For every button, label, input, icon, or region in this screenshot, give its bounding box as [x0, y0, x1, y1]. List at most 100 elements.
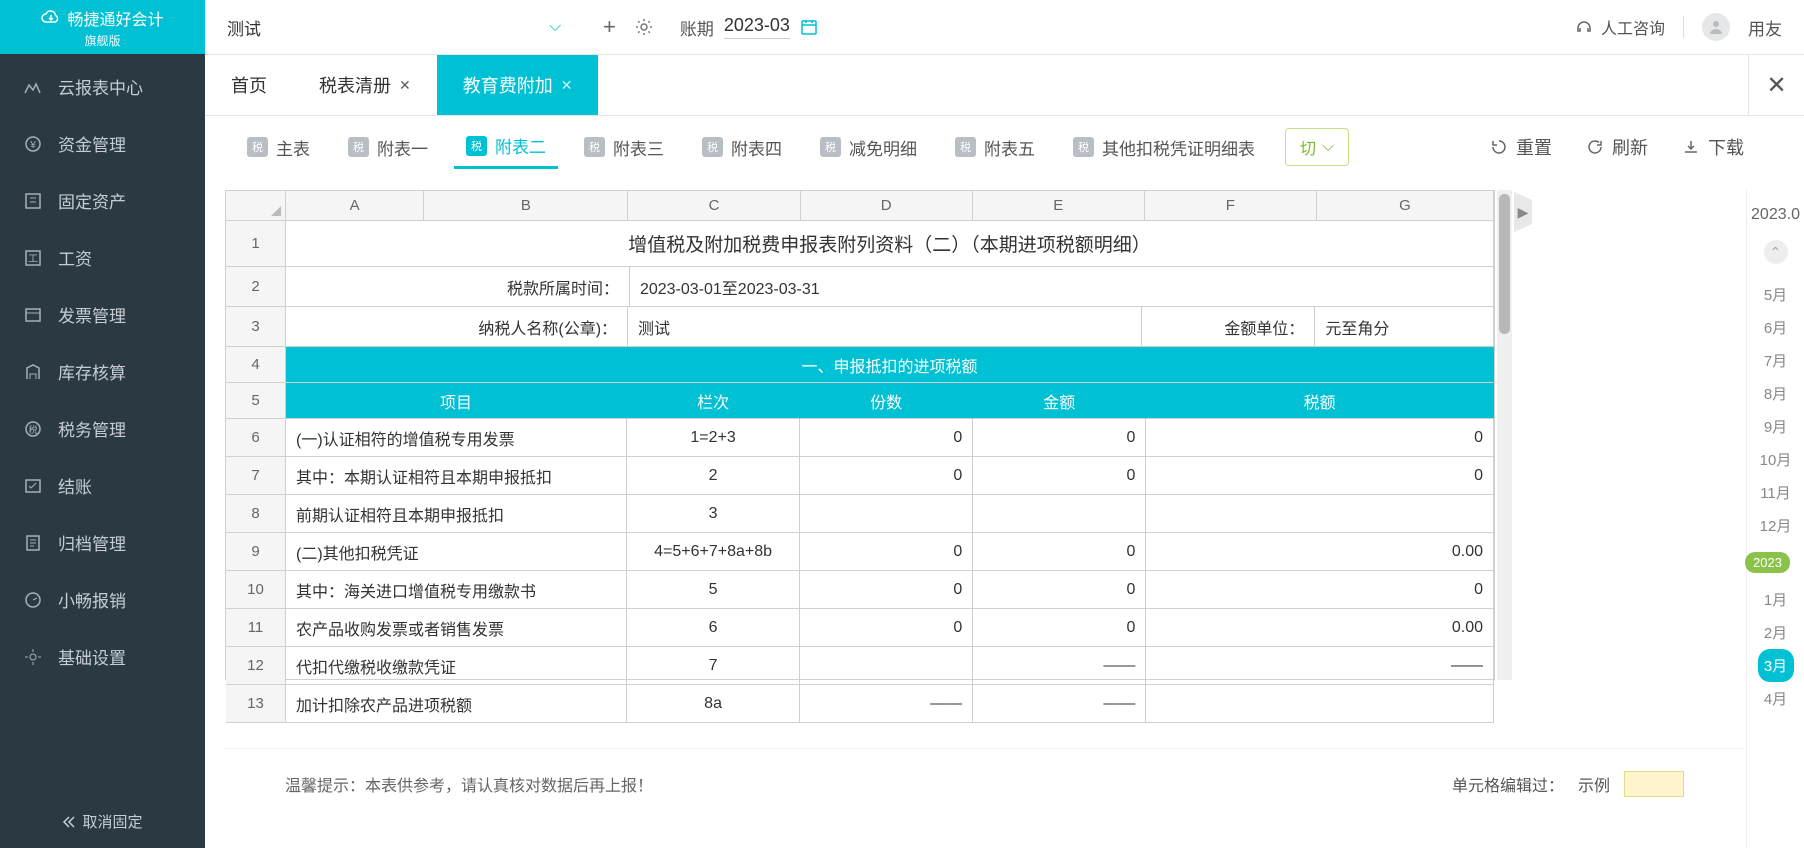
row-header[interactable]: 4 — [226, 347, 286, 383]
sidebar-item-8[interactable]: 归档管理 — [0, 514, 205, 571]
cell[interactable]: 0 — [1146, 571, 1494, 609]
sheet-tab-5[interactable]: 税减免明细 — [808, 125, 929, 169]
calendar-icon[interactable] — [800, 18, 818, 36]
consult-button[interactable]: 人工咨询 — [1575, 15, 1665, 39]
settings-button[interactable] — [634, 17, 654, 37]
refresh-button[interactable]: 刷新 — [1586, 134, 1648, 160]
cell[interactable]: 0 — [800, 533, 973, 571]
sidebar-item-1[interactable]: ¥资金管理 — [0, 115, 205, 172]
tab-2[interactable]: 教育费附加✕ — [437, 55, 599, 115]
select-all-corner[interactable] — [226, 191, 286, 221]
download-button[interactable]: 下载 — [1682, 134, 1744, 160]
sheet-tab-0[interactable]: 税主表 — [235, 125, 322, 169]
cell[interactable]: 4=5+6+7+8a+8b — [627, 533, 800, 571]
col-header[interactable]: G — [1317, 191, 1494, 221]
sidebar-item-6[interactable]: 税税务管理 — [0, 400, 205, 457]
cell[interactable]: 3 — [627, 495, 800, 533]
avatar[interactable] — [1702, 13, 1730, 41]
month-item[interactable]: 8月 — [1760, 377, 1792, 410]
year-pill[interactable]: 2023 — [1745, 552, 1790, 573]
cell[interactable]: —— — [800, 685, 973, 723]
tab-close[interactable]: ✕ — [561, 77, 573, 94]
col-header[interactable]: A — [286, 191, 424, 221]
month-item[interactable]: 11月 — [1760, 476, 1792, 509]
year-top[interactable]: 2023.0 — [1747, 200, 1804, 230]
switch-button[interactable]: 切 ⌵ — [1285, 128, 1349, 166]
sidebar-item-4[interactable]: 发票管理 — [0, 286, 205, 343]
row-header[interactable]: 3 — [226, 307, 286, 347]
sheet-tab-3[interactable]: 税附表三 — [572, 125, 676, 169]
sheet-tab-4[interactable]: 税附表四 — [690, 125, 794, 169]
col-header[interactable]: E — [973, 191, 1145, 221]
cell[interactable]: 5 — [627, 571, 800, 609]
org-selector[interactable]: 测试 ⌵ — [227, 15, 587, 40]
sheet-tab-6[interactable]: 税附表五 — [943, 125, 1047, 169]
month-item[interactable]: 3月 — [1758, 649, 1794, 682]
cell[interactable] — [800, 495, 973, 533]
month-item[interactable]: 2月 — [1758, 616, 1794, 649]
month-item[interactable]: 5月 — [1760, 278, 1792, 311]
sidebar-item-9[interactable]: 小畅报销 — [0, 571, 205, 628]
sheet-tab-1[interactable]: 税附表一 — [336, 125, 440, 169]
month-item[interactable]: 10月 — [1760, 443, 1792, 476]
cell[interactable]: (二)其他扣税凭证 — [286, 533, 627, 571]
sheet-tab-2[interactable]: 税附表二 — [454, 125, 558, 169]
cell[interactable] — [1146, 685, 1494, 723]
row-header[interactable]: 5 — [226, 383, 286, 419]
cell[interactable]: 2 — [627, 457, 800, 495]
cell[interactable]: 其中：本期认证相符且本期申报抵扣 — [286, 457, 627, 495]
cell[interactable]: —— — [973, 685, 1146, 723]
cell[interactable]: 前期认证相符且本期申报抵扣 — [286, 495, 627, 533]
row-header[interactable]: 9 — [226, 533, 286, 571]
month-item[interactable]: 9月 — [1760, 410, 1792, 443]
tab-close[interactable]: ✕ — [399, 77, 411, 94]
tab-0[interactable]: 首页 — [205, 55, 293, 115]
tab-1[interactable]: 税表清册✕ — [293, 55, 437, 115]
username[interactable]: 用友 — [1748, 15, 1782, 40]
sheet-tab-7[interactable]: 税其他扣税凭证明细表 — [1061, 125, 1267, 169]
month-item[interactable]: 4月 — [1758, 682, 1794, 715]
sidebar-item-0[interactable]: 云报表中心 — [0, 58, 205, 115]
row-header[interactable]: 12 — [226, 647, 286, 685]
row-header[interactable]: 2 — [226, 267, 286, 307]
cell[interactable]: 0 — [973, 609, 1146, 647]
cell[interactable]: 0 — [1146, 457, 1494, 495]
cell[interactable]: 0 — [800, 419, 973, 457]
cell[interactable]: 1=2+3 — [627, 419, 800, 457]
cell[interactable]: 0.00 — [1146, 609, 1494, 647]
cell[interactable]: 代扣代缴税收缴款凭证 — [286, 647, 627, 685]
cell[interactable]: 0.00 — [1146, 533, 1494, 571]
row-header[interactable]: 6 — [226, 419, 286, 457]
col-header[interactable]: C — [628, 191, 800, 221]
row-header[interactable]: 7 — [226, 457, 286, 495]
sidebar-item-3[interactable]: 工工资 — [0, 229, 205, 286]
cell[interactable] — [1146, 495, 1494, 533]
cell[interactable]: 0 — [973, 457, 1146, 495]
col-header[interactable]: D — [801, 191, 973, 221]
col-header[interactable]: B — [424, 191, 628, 221]
collapse-button[interactable]: ⌃ — [1764, 240, 1788, 264]
cell[interactable]: 7 — [627, 647, 800, 685]
vertical-scrollbar[interactable] — [1497, 190, 1512, 680]
cell[interactable]: 0 — [973, 571, 1146, 609]
month-item[interactable]: 12月 — [1760, 509, 1792, 542]
cell[interactable]: 加计扣除农产品进项税额 — [286, 685, 627, 723]
col-header[interactable]: F — [1145, 191, 1317, 221]
month-item[interactable]: 7月 — [1760, 344, 1792, 377]
add-button[interactable]: + — [603, 14, 616, 40]
cell[interactable]: 其中：海关进口增值税专用缴款书 — [286, 571, 627, 609]
cell[interactable]: 6 — [627, 609, 800, 647]
cell[interactable]: (一)认证相符的增值税专用发票 — [286, 419, 627, 457]
sidebar-item-10[interactable]: 基础设置 — [0, 628, 205, 685]
cell[interactable]: —— — [973, 647, 1146, 685]
cell[interactable] — [973, 495, 1146, 533]
period-value[interactable]: 2023-03 — [724, 15, 790, 39]
cell[interactable]: 农产品收购发票或者销售发票 — [286, 609, 627, 647]
month-item[interactable]: 6月 — [1760, 311, 1792, 344]
cell[interactable]: 0 — [1146, 419, 1494, 457]
cell[interactable]: 0 — [973, 419, 1146, 457]
reset-button[interactable]: 重置 — [1490, 134, 1552, 160]
cell[interactable]: 8a — [627, 685, 800, 723]
row-header[interactable]: 10 — [226, 571, 286, 609]
row-header[interactable]: 1 — [226, 221, 286, 267]
